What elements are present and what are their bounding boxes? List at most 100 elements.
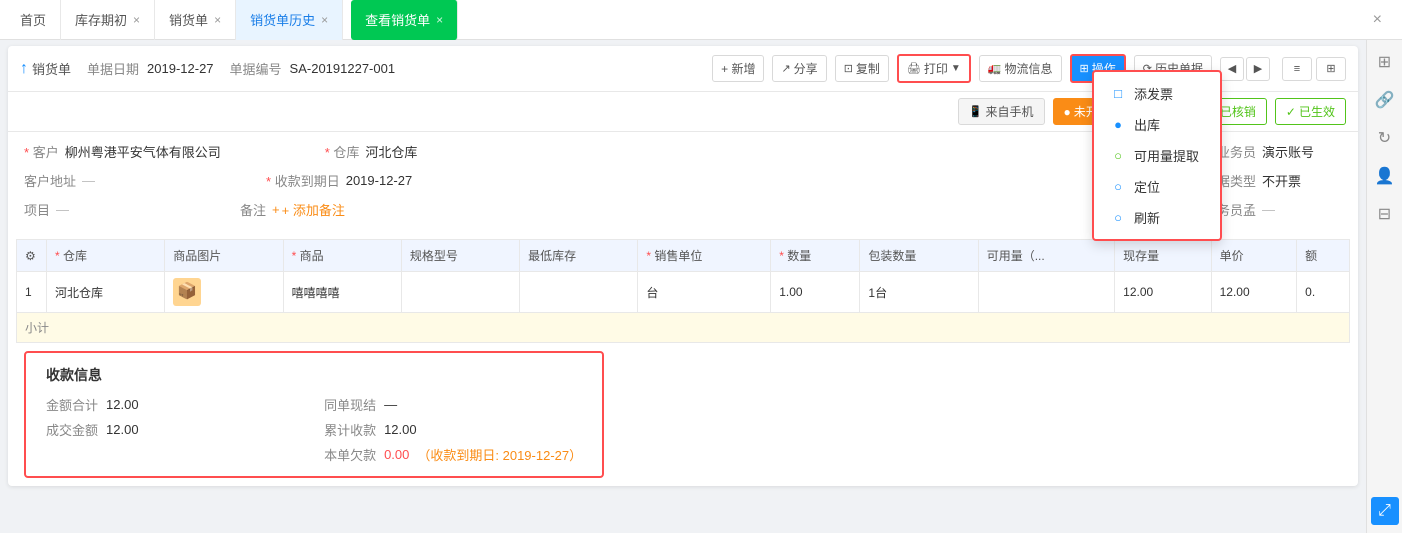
- tab-sales-order[interactable]: 销货单 ×: [155, 0, 236, 40]
- product-table: ⚙ * 仓库 商品图片 * 商品 规格型号 最低库存 * 销售单位 * 数量 包…: [16, 239, 1350, 343]
- warehouse-label: * 仓库: [325, 142, 360, 161]
- operations-dropdown: □ 添发票 ● 出库 ○ 可用量提取 ○ 定位 ○ 刷新: [1092, 70, 1222, 241]
- salesperson-value: 演示账号: [1262, 142, 1342, 161]
- customer-label: * 客户: [24, 142, 59, 161]
- notes-label: 备注: [240, 200, 266, 219]
- available-qty-icon: ○: [1110, 148, 1126, 164]
- col-available: 可用量（...: [978, 240, 1114, 272]
- tab-stock-init-close[interactable]: ×: [133, 13, 140, 27]
- deal-label: 成交金额: [46, 420, 98, 439]
- copy-button[interactable]: ⊡ 复制: [835, 55, 889, 82]
- cell-warehouse: 河北仓库: [47, 272, 165, 313]
- dropdown-available-qty[interactable]: ○ 可用量提取: [1094, 140, 1220, 171]
- verified-label: 已核销: [1220, 103, 1256, 120]
- grid-view-btn[interactable]: ⊞: [1316, 57, 1346, 81]
- add-button[interactable]: + 新增: [712, 55, 764, 82]
- effective-label: 已生效: [1299, 103, 1335, 120]
- warehouse-value: 河北仓库: [365, 142, 445, 161]
- tab-sales-history-label: 销货单历史: [250, 10, 315, 29]
- col-settings[interactable]: ⚙: [17, 240, 47, 272]
- payment-row-total: 金额合计 12.00: [46, 395, 304, 414]
- settle-label: 同单现结: [324, 395, 376, 414]
- tab-home[interactable]: 首页: [10, 0, 61, 40]
- outbound-label: 出库: [1134, 115, 1160, 134]
- tab-sales-order-close[interactable]: ×: [214, 13, 221, 27]
- col-product-img: 商品图片: [165, 240, 283, 272]
- tab-stock-init-label: 库存期初: [75, 10, 127, 29]
- nav-arrows: ◀ ▶: [1220, 57, 1270, 81]
- effective-btn[interactable]: ✓ 已生效: [1275, 98, 1346, 125]
- logistics-button[interactable]: 🚛 物流信息: [979, 55, 1062, 82]
- refresh-icon: ○: [1110, 210, 1126, 226]
- sidebar-settings-icon[interactable]: ⊟: [1371, 200, 1399, 228]
- share-button[interactable]: ↗ 分享: [772, 55, 826, 82]
- sidebar-link-icon[interactable]: 🔗: [1371, 86, 1399, 114]
- cell-unit-price: 12.00: [1211, 272, 1297, 313]
- nav-prev[interactable]: ◀: [1220, 57, 1244, 81]
- table-header-row: ⚙ * 仓库 商品图片 * 商品 规格型号 最低库存 * 销售单位 * 数量 包…: [17, 240, 1350, 272]
- document-date-meta: 单据日期 2019-12-27: [87, 59, 214, 78]
- date-label: 单据日期: [87, 59, 139, 78]
- settle-value: —: [384, 397, 397, 412]
- sidebar-refresh-icon[interactable]: ↻: [1371, 124, 1399, 152]
- col-min-stock: 最低库存: [520, 240, 638, 272]
- payment-row-settle: 同单现结 —: [324, 395, 582, 414]
- payment-date-field: * 收款到期日 2019-12-27: [266, 171, 426, 190]
- add-label: + 新增: [721, 60, 755, 77]
- payment-info-title: 收款信息: [46, 365, 582, 385]
- sidebar-expand-icon[interactable]: ⤢: [1371, 497, 1399, 525]
- date-value: 2019-12-27: [147, 61, 214, 76]
- list-view-btn[interactable]: ≡: [1282, 57, 1312, 81]
- col-stock: 现存量: [1115, 240, 1211, 272]
- payment-row-owed: 本单欠款 0.00 （收款到期日: 2019-12-27）: [324, 445, 582, 464]
- tab-home-label: 首页: [20, 10, 46, 29]
- document-type: ↑ 销货单: [20, 59, 71, 78]
- available-qty-label: 可用量提取: [1134, 146, 1199, 165]
- tab-view-sales[interactable]: 查看销货单 ×: [351, 0, 458, 40]
- tab-sales-history[interactable]: 销货单历史 ×: [236, 0, 343, 40]
- deal-value: 12.00: [106, 422, 139, 437]
- payment-row-deal: 成交金额 12.00: [46, 420, 304, 439]
- address-value: —: [82, 173, 162, 188]
- print-button[interactable]: 🖨 打印 ▼: [897, 54, 971, 83]
- doc-type-icon: ↑: [20, 60, 28, 78]
- dropdown-refresh[interactable]: ○ 刷新: [1094, 202, 1220, 233]
- view-toggle: ≡ ⊞: [1282, 57, 1346, 81]
- sidebar-grid-icon[interactable]: ⊞: [1371, 48, 1399, 76]
- bottom-section: 收款信息 金额合计 12.00 同单现结 — 成交金额 12.00: [8, 343, 1358, 486]
- tab-view-sales-close[interactable]: ×: [436, 13, 443, 27]
- dropdown-add-invoice[interactable]: □ 添发票: [1094, 78, 1220, 109]
- owed-date: （收款到期日: 2019-12-27）: [417, 445, 582, 464]
- close-all-button[interactable]: ×: [1363, 11, 1392, 29]
- dropdown-outbound[interactable]: ● 出库: [1094, 109, 1220, 140]
- product-table-wrapper: ⚙ * 仓库 商品图片 * 商品 规格型号 最低库存 * 销售单位 * 数量 包…: [8, 239, 1358, 343]
- total-label: 金额合计: [46, 395, 98, 414]
- tab-sales-history-close[interactable]: ×: [321, 13, 328, 27]
- col-product: * 商品: [283, 240, 401, 272]
- address-field: 客户地址 —: [24, 171, 162, 190]
- from-mobile-btn[interactable]: 📱 来自手机: [958, 98, 1045, 125]
- nav-next[interactable]: ▶: [1246, 57, 1270, 81]
- sidebar-user-icon[interactable]: 👤: [1371, 162, 1399, 190]
- project-label: 项目: [24, 200, 50, 219]
- right-sidebar: ⊞ 🔗 ↻ 👤 ⊟ ⤢: [1366, 40, 1402, 533]
- collected-value: 12.00: [384, 422, 417, 437]
- dropdown-position[interactable]: ○ 定位: [1094, 171, 1220, 202]
- payment-date-value: 2019-12-27: [346, 173, 426, 188]
- cell-spec: [401, 272, 519, 313]
- tab-bar: 首页 库存期初 × 销货单 × 销货单历史 × 查看销货单 × ×: [0, 0, 1402, 40]
- cell-available: [978, 272, 1114, 313]
- salesperson2-value: —: [1262, 202, 1342, 217]
- cell-pack-qty: 1台: [860, 272, 978, 313]
- add-note-button[interactable]: + + 添加备注: [272, 200, 345, 219]
- ticket-type-value: 不开票: [1262, 171, 1342, 190]
- add-note-icon: +: [272, 202, 280, 217]
- add-note-label: + 添加备注: [282, 200, 345, 219]
- position-label: 定位: [1134, 177, 1160, 196]
- not-opened-icon: ●: [1064, 105, 1071, 119]
- col-spec: 规格型号: [401, 240, 519, 272]
- payment-row-collected: 累计收款 12.00: [324, 420, 582, 439]
- product-image: 📦: [173, 278, 201, 306]
- tab-stock-init[interactable]: 库存期初 ×: [61, 0, 155, 40]
- subtotal-label: 小计: [17, 313, 1350, 343]
